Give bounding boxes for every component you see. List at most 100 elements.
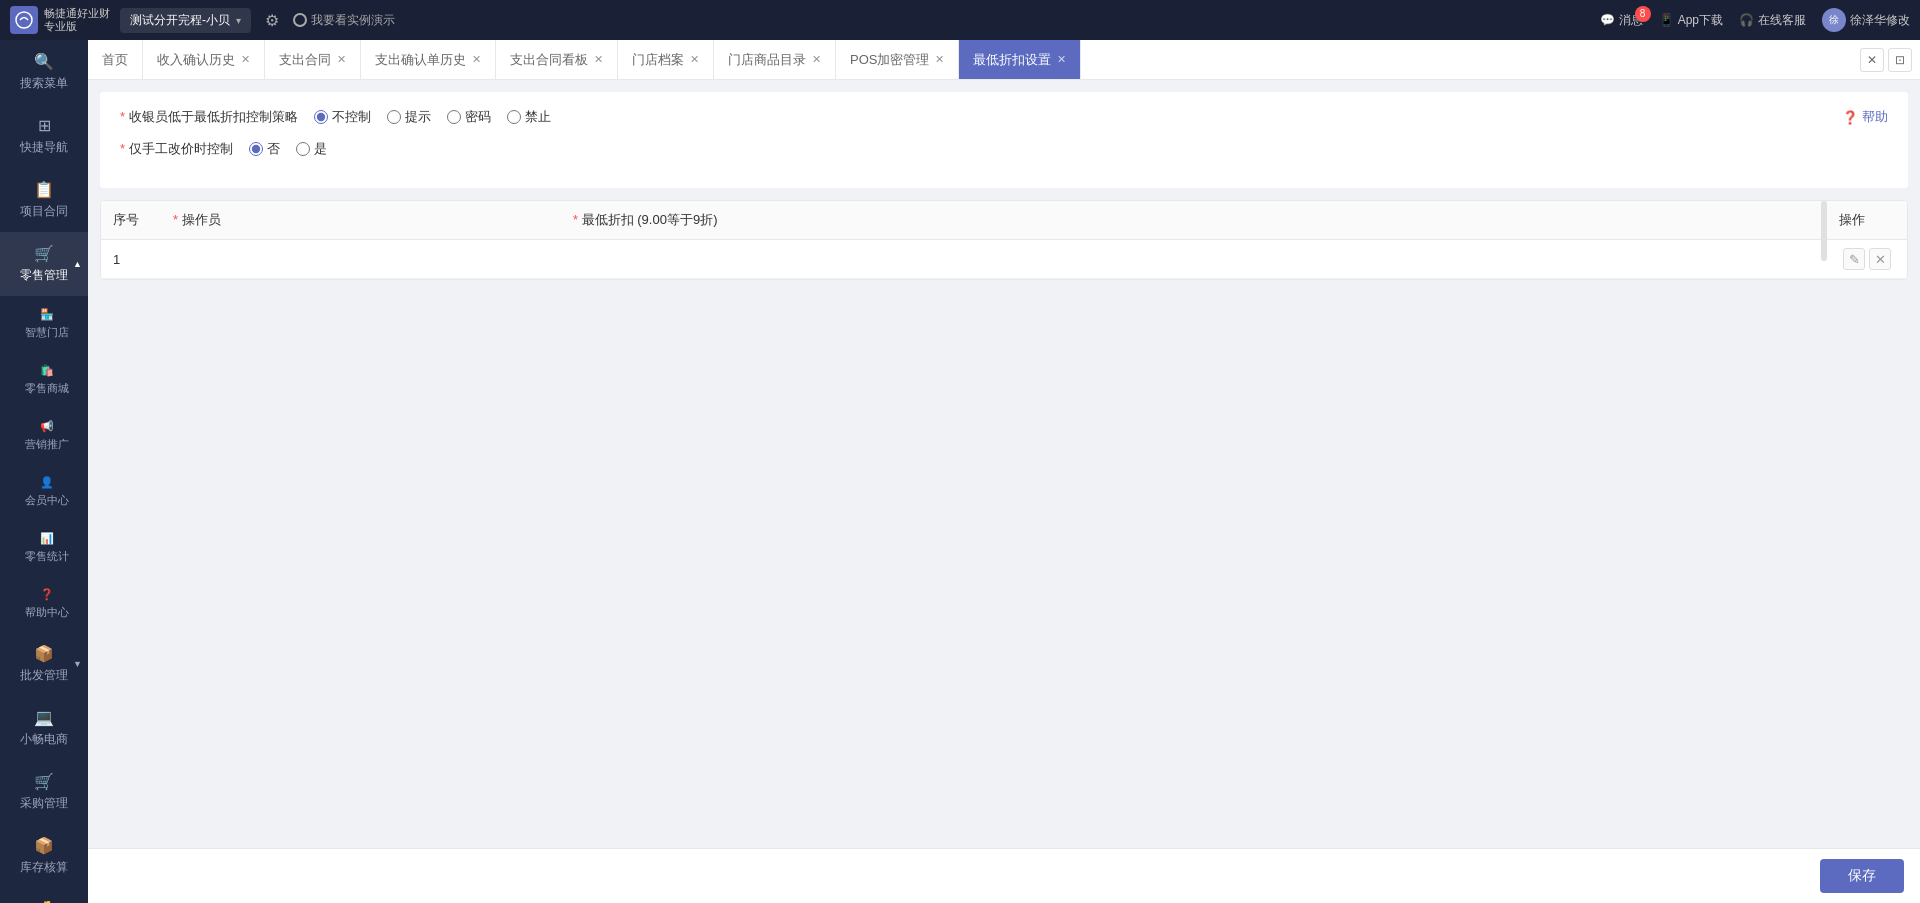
- tab-label: 门店商品目录: [728, 51, 806, 69]
- tab-expense-confirm-history[interactable]: 支出确认单历史 ✕: [361, 40, 496, 79]
- sidebar-item-wholesale[interactable]: 📦 批发管理 ▼: [0, 632, 88, 696]
- radio-input-no[interactable]: [249, 142, 263, 156]
- close-icon[interactable]: ✕: [594, 54, 603, 65]
- tab-min-discount[interactable]: 最低折扣设置 ✕: [959, 40, 1081, 79]
- sidebar-item-search[interactable]: 🔍 搜索菜单: [0, 40, 88, 104]
- avatar: 徐: [1822, 8, 1846, 32]
- retail-icon: 🛒: [34, 244, 54, 263]
- store-icon: 🏪: [40, 308, 54, 321]
- inventory-icon: 📦: [34, 836, 54, 855]
- tab-label: POS加密管理: [850, 51, 929, 69]
- sidebar-item-ecommerce[interactable]: 💻 小畅电商: [0, 696, 88, 760]
- edit-icon[interactable]: ✎: [1843, 248, 1865, 270]
- purchase-icon: 🛒: [34, 772, 54, 791]
- sidebar-item-marketing[interactable]: 📢 营销推广: [0, 408, 88, 464]
- radio-no[interactable]: 否: [249, 140, 280, 158]
- grid-icon: ⊞: [38, 116, 51, 135]
- radio-hint[interactable]: 提示: [387, 108, 431, 126]
- online-service-button[interactable]: 🎧 在线客服: [1739, 12, 1806, 29]
- close-icon[interactable]: ✕: [472, 54, 481, 65]
- tab-store-goods[interactable]: 门店商品目录 ✕: [714, 40, 836, 79]
- tab-home[interactable]: 首页: [88, 40, 143, 79]
- message-button[interactable]: 💬 消息 8: [1600, 12, 1643, 29]
- demo-button[interactable]: 我要看实例演示: [293, 12, 395, 29]
- app-download-button[interactable]: 📱 App下载: [1659, 12, 1723, 29]
- close-icon[interactable]: ✕: [690, 54, 699, 65]
- col-header-operator: 操作员: [161, 201, 561, 240]
- logo-line2: 专业版: [44, 20, 110, 33]
- page-content: 收银员低于最低折扣控制策略 不控制 提示 密码: [88, 80, 1920, 848]
- tab-label: 最低折扣设置: [973, 51, 1051, 69]
- sidebar-item-label: 营销推广: [25, 437, 69, 452]
- sidebar-item-retail-mall[interactable]: 🛍️ 零售商城: [0, 352, 88, 408]
- close-icon[interactable]: ✕: [337, 54, 346, 65]
- cell-seq: 1: [101, 240, 161, 279]
- sidebar-item-quick-nav[interactable]: ⊞ 快捷导航: [0, 104, 88, 168]
- help-icon: ❓: [1842, 110, 1858, 125]
- sidebar-item-project[interactable]: 📋 项目合同: [0, 168, 88, 232]
- wholesale-icon: 📦: [34, 644, 54, 663]
- expand-button[interactable]: ⊡: [1888, 48, 1912, 72]
- sidebar-item-inventory[interactable]: 📦 库存核算: [0, 824, 88, 888]
- tab-store-file[interactable]: 门店档案 ✕: [618, 40, 714, 79]
- tab-income-history[interactable]: 收入确认历史 ✕: [143, 40, 265, 79]
- settings-icon[interactable]: ⚙: [261, 7, 283, 34]
- radio-label: 提示: [405, 108, 431, 126]
- close-icon[interactable]: ✕: [1057, 54, 1066, 65]
- settings-panel: 收银员低于最低折扣控制策略 不控制 提示 密码: [100, 92, 1908, 188]
- circle-icon: [293, 13, 307, 27]
- sidebar-item-smart-store[interactable]: 🏪 智慧门店: [0, 296, 88, 352]
- tab-expense-contract[interactable]: 支出合同 ✕: [265, 40, 361, 79]
- radio-label: 不控制: [332, 108, 371, 126]
- discount-table: 序号 操作员 最低折扣 (9.00等于9折) 操作 1: [100, 200, 1908, 280]
- close-icon[interactable]: ✕: [935, 54, 944, 65]
- radio-input-no-control[interactable]: [314, 110, 328, 124]
- delete-icon[interactable]: ✕: [1869, 248, 1891, 270]
- radio-password[interactable]: 密码: [447, 108, 491, 126]
- project-selector[interactable]: 测试分开完程-小贝 ▾: [120, 8, 251, 33]
- radio-no-control[interactable]: 不控制: [314, 108, 371, 126]
- ecommerce-icon: 💻: [34, 708, 54, 727]
- chevron-up-icon: ▲: [73, 259, 82, 269]
- tab-label: 支出合同: [279, 51, 331, 69]
- sidebar-item-purchase[interactable]: 🛒 采购管理: [0, 760, 88, 824]
- sidebar-item-label: 小畅电商: [20, 731, 68, 748]
- manual-control-row: 仅手工改价时控制 否 是: [120, 140, 1888, 158]
- tab-label: 首页: [102, 51, 128, 69]
- action-icons: ✎ ✕: [1839, 248, 1895, 270]
- radio-input-hint[interactable]: [387, 110, 401, 124]
- manual-radio-group: 否 是: [249, 140, 327, 158]
- manual-control-label: 仅手工改价时控制: [120, 140, 233, 158]
- user-button[interactable]: 徐 徐泽华修改: [1822, 8, 1910, 32]
- close-all-button[interactable]: ✕: [1860, 48, 1884, 72]
- save-button[interactable]: 保存: [1820, 859, 1904, 893]
- radio-input-password[interactable]: [447, 110, 461, 124]
- tab-pos-password[interactable]: POS加密管理 ✕: [836, 40, 959, 79]
- close-icon[interactable]: ✕: [812, 54, 821, 65]
- svg-point-0: [16, 12, 32, 28]
- tab-bar: 首页 收入确认历史 ✕ 支出合同 ✕ 支出确认单历史 ✕ 支出合同看板 ✕ 门店…: [88, 40, 1920, 80]
- tab-expense-board[interactable]: 支出合同看板 ✕: [496, 40, 618, 79]
- radio-input-yes[interactable]: [296, 142, 310, 156]
- sidebar-item-member[interactable]: 👤 会员中心: [0, 464, 88, 520]
- demo-label: 我要看实例演示: [311, 12, 395, 29]
- sidebar-item-retail-stats[interactable]: 📊 零售统计: [0, 520, 88, 576]
- radio-label: 否: [267, 140, 280, 158]
- sidebar-item-label: 零售管理: [20, 267, 68, 284]
- radio-yes[interactable]: 是: [296, 140, 327, 158]
- sidebar-item-help[interactable]: ❓ 帮助中心: [0, 576, 88, 632]
- tab-label: 门店档案: [632, 51, 684, 69]
- close-icon[interactable]: ✕: [241, 54, 250, 65]
- sidebar-item-label: 会员中心: [25, 493, 69, 508]
- sidebar-item-label: 批发管理: [20, 667, 68, 684]
- sidebar-item-retail[interactable]: 🛒 零售管理 ▲: [0, 232, 88, 296]
- sidebar-item-label: 零售商城: [25, 381, 69, 396]
- radio-forbid[interactable]: 禁止: [507, 108, 551, 126]
- help-link[interactable]: ❓ 帮助: [1842, 108, 1888, 126]
- radio-input-forbid[interactable]: [507, 110, 521, 124]
- sidebar-item-label: 搜索菜单: [20, 75, 68, 92]
- search-icon: 🔍: [34, 52, 54, 71]
- logo-icon: [10, 6, 38, 34]
- sidebar-item-finance[interactable]: 💰 资金管理: [0, 888, 88, 903]
- table: 序号 操作员 最低折扣 (9.00等于9折) 操作 1: [101, 201, 1907, 279]
